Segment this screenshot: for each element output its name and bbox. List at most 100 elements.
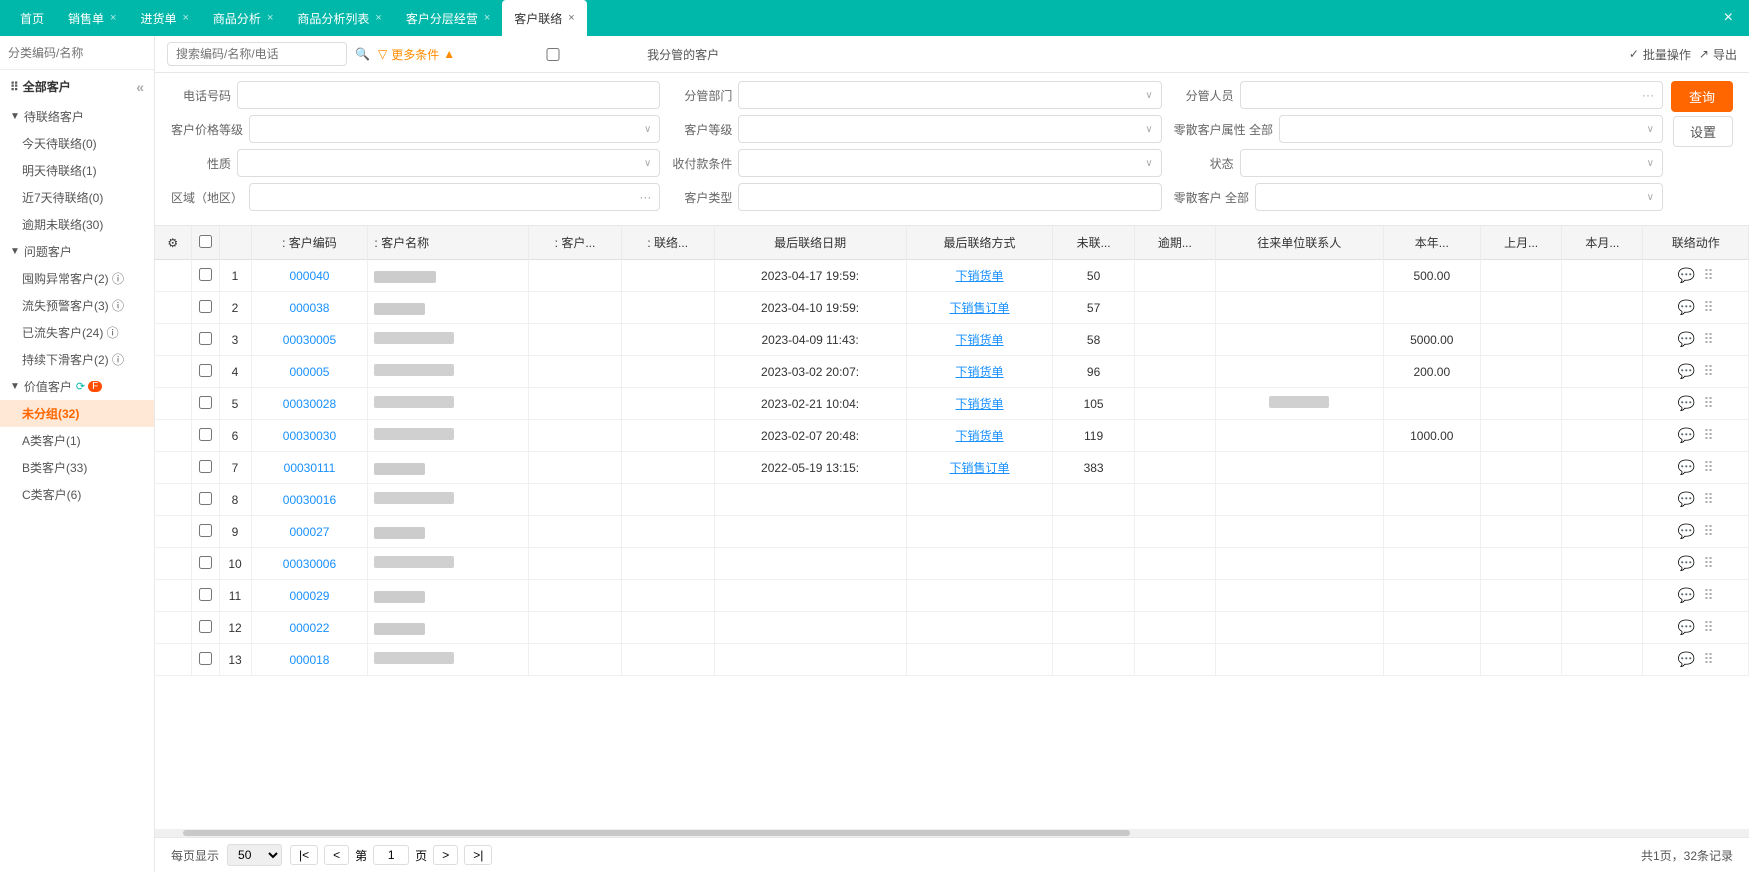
cell-last-way-10[interactable] xyxy=(906,580,1053,612)
col-no-contact[interactable]: 未联... xyxy=(1053,226,1134,260)
cell-name-8[interactable]: 公 xyxy=(368,516,529,548)
sidebar-group-value[interactable]: ▼ 价值客户 ⟳ F xyxy=(0,373,154,400)
cell-checkbox-7[interactable] xyxy=(191,484,219,516)
col-overdue[interactable]: 逾期... xyxy=(1134,226,1215,260)
col-settings[interactable]: ⚙ xyxy=(155,226,191,260)
nav-tab-customer-contact[interactable]: 客户联络 × xyxy=(502,0,586,36)
my-customers-checkbox-label[interactable]: 我分管的客户 xyxy=(463,46,719,63)
last-page-button[interactable]: >| xyxy=(464,845,492,865)
cell-code-2[interactable]: 00030005 xyxy=(251,324,368,356)
col-this-year[interactable]: 本年... xyxy=(1383,226,1480,260)
search-button-icon[interactable]: 🔍 xyxy=(355,47,370,61)
action-chat-icon-2[interactable]: 💬 xyxy=(1678,331,1695,348)
filter-customer-type-input[interactable] xyxy=(738,183,1161,211)
next-page-button[interactable]: > xyxy=(433,845,458,865)
sidebar-collapse-button[interactable]: « xyxy=(136,79,144,95)
row-checkbox-12[interactable] xyxy=(199,652,212,665)
action-chat-icon-6[interactable]: 💬 xyxy=(1678,459,1695,476)
row-checkbox-7[interactable] xyxy=(199,492,212,505)
action-grid-icon-5[interactable]: ⠿ xyxy=(1703,427,1713,444)
cell-name-10[interactable]: 技 xyxy=(368,580,529,612)
export-button[interactable]: ↗ 导出 xyxy=(1699,46,1737,63)
row-checkbox-3[interactable] xyxy=(199,364,212,377)
cell-code-7[interactable]: 00030016 xyxy=(251,484,368,516)
cell-last-way-12[interactable] xyxy=(906,644,1053,676)
cell-last-way-7[interactable] xyxy=(906,484,1053,516)
cell-last-way-9[interactable] xyxy=(906,548,1053,580)
select-all-checkbox[interactable] xyxy=(199,235,212,248)
search-input[interactable] xyxy=(167,42,347,66)
col-contact[interactable]: : 联络... xyxy=(621,226,714,260)
cell-code-5[interactable]: 00030030 xyxy=(251,420,368,452)
cell-code-8[interactable]: 000027 xyxy=(251,516,368,548)
sidebar-item-class-b[interactable]: B类客户(33) xyxy=(0,454,154,481)
row-checkbox-6[interactable] xyxy=(199,460,212,473)
col-unit-contact[interactable]: 往来单位联系人 xyxy=(1215,226,1383,260)
filter-retail-attr-input[interactable]: ∨ xyxy=(1279,115,1663,143)
row-checkbox-1[interactable] xyxy=(199,300,212,313)
col-code[interactable]: : 客户编码 xyxy=(251,226,368,260)
refresh-icon[interactable]: ⟳ xyxy=(76,380,85,393)
nav-tab-customer-segment[interactable]: 客户分层经营 × xyxy=(394,0,502,36)
action-grid-icon-1[interactable]: ⠿ xyxy=(1703,299,1713,316)
sidebar-item-declining[interactable]: 持续下滑客户(2) ⓘ xyxy=(0,346,154,373)
action-chat-icon-4[interactable]: 💬 xyxy=(1678,395,1695,412)
query-button[interactable]: 查询 xyxy=(1671,81,1733,112)
row-checkbox-11[interactable] xyxy=(199,620,212,633)
filter-retail-input[interactable]: ∨ xyxy=(1255,183,1663,211)
close-customer-segment-icon[interactable]: × xyxy=(484,12,490,24)
cell-last-way-4[interactable]: 下销货单 xyxy=(906,388,1053,420)
col-last-way[interactable]: 最后联络方式 xyxy=(906,226,1053,260)
my-customers-checkbox[interactable] xyxy=(463,48,643,61)
cell-last-way-11[interactable] xyxy=(906,612,1053,644)
prev-page-button[interactable]: < xyxy=(324,845,349,865)
cell-checkbox-6[interactable] xyxy=(191,452,219,484)
cell-code-11[interactable]: 000022 xyxy=(251,612,368,644)
cell-last-way-2[interactable]: 下销货单 xyxy=(906,324,1053,356)
sidebar-item-class-c[interactable]: C类客户(6) xyxy=(0,481,154,508)
cell-code-6[interactable]: 00030111 xyxy=(251,452,368,484)
filter-price-grade-input[interactable]: ∨ xyxy=(249,115,660,143)
col-action[interactable]: 联络动作 xyxy=(1643,226,1749,260)
cell-code-1[interactable]: 000038 xyxy=(251,292,368,324)
cell-checkbox-9[interactable] xyxy=(191,548,219,580)
row-checkbox-9[interactable] xyxy=(199,556,212,569)
col-checkbox-header[interactable] xyxy=(191,226,219,260)
col-last-month[interactable]: 上月... xyxy=(1481,226,1562,260)
page-size-select[interactable]: 50 20 100 xyxy=(227,844,282,866)
col-type[interactable]: : 客户... xyxy=(529,226,622,260)
row-checkbox-8[interactable] xyxy=(199,524,212,537)
filter-phone-input[interactable] xyxy=(237,81,660,109)
page-number-input[interactable] xyxy=(373,845,409,865)
cell-last-way-5[interactable]: 下销货单 xyxy=(906,420,1053,452)
cell-checkbox-8[interactable] xyxy=(191,516,219,548)
window-close-button[interactable]: × xyxy=(1716,9,1741,27)
sidebar-item-7day-pending[interactable]: 近7天待联络(0) xyxy=(0,184,154,211)
cell-checkbox-5[interactable] xyxy=(191,420,219,452)
cell-name-11[interactable]: 沃 xyxy=(368,612,529,644)
nav-tab-sales[interactable]: 销售单 × xyxy=(56,0,128,36)
cell-name-9[interactable] xyxy=(368,548,529,580)
reset-button[interactable]: 设置 xyxy=(1673,116,1733,147)
action-grid-icon-7[interactable]: ⠿ xyxy=(1703,491,1713,508)
cell-code-4[interactable]: 00030028 xyxy=(251,388,368,420)
action-chat-icon-11[interactable]: 💬 xyxy=(1678,619,1695,636)
row-checkbox-4[interactable] xyxy=(199,396,212,409)
cell-last-way-6[interactable]: 下销售订单 xyxy=(906,452,1053,484)
close-analysis-list-icon[interactable]: × xyxy=(375,12,381,24)
sidebar-item-tomorrow-pending[interactable]: 明天待联络(1) xyxy=(0,157,154,184)
nav-tab-analysis[interactable]: 商品分析 × xyxy=(201,0,285,36)
cell-code-10[interactable]: 000029 xyxy=(251,580,368,612)
all-customers-header[interactable]: ⠿ 全部客户 « xyxy=(0,70,154,103)
cell-code-3[interactable]: 000005 xyxy=(251,356,368,388)
sidebar-group-pending[interactable]: ▼ 待联络客户 xyxy=(0,103,154,130)
col-last-date[interactable]: 最后联络日期 xyxy=(714,226,906,260)
action-chat-icon-8[interactable]: 💬 xyxy=(1678,523,1695,540)
filter-manager-input[interactable]: ··· xyxy=(1240,81,1663,109)
close-customer-contact-icon[interactable]: × xyxy=(568,12,574,24)
action-chat-icon-3[interactable]: 💬 xyxy=(1678,363,1695,380)
action-chat-icon-1[interactable]: 💬 xyxy=(1678,299,1695,316)
cell-code-0[interactable]: 000040 xyxy=(251,260,368,292)
cell-checkbox-3[interactable] xyxy=(191,356,219,388)
filter-nature-input[interactable]: ∨ xyxy=(237,149,660,177)
